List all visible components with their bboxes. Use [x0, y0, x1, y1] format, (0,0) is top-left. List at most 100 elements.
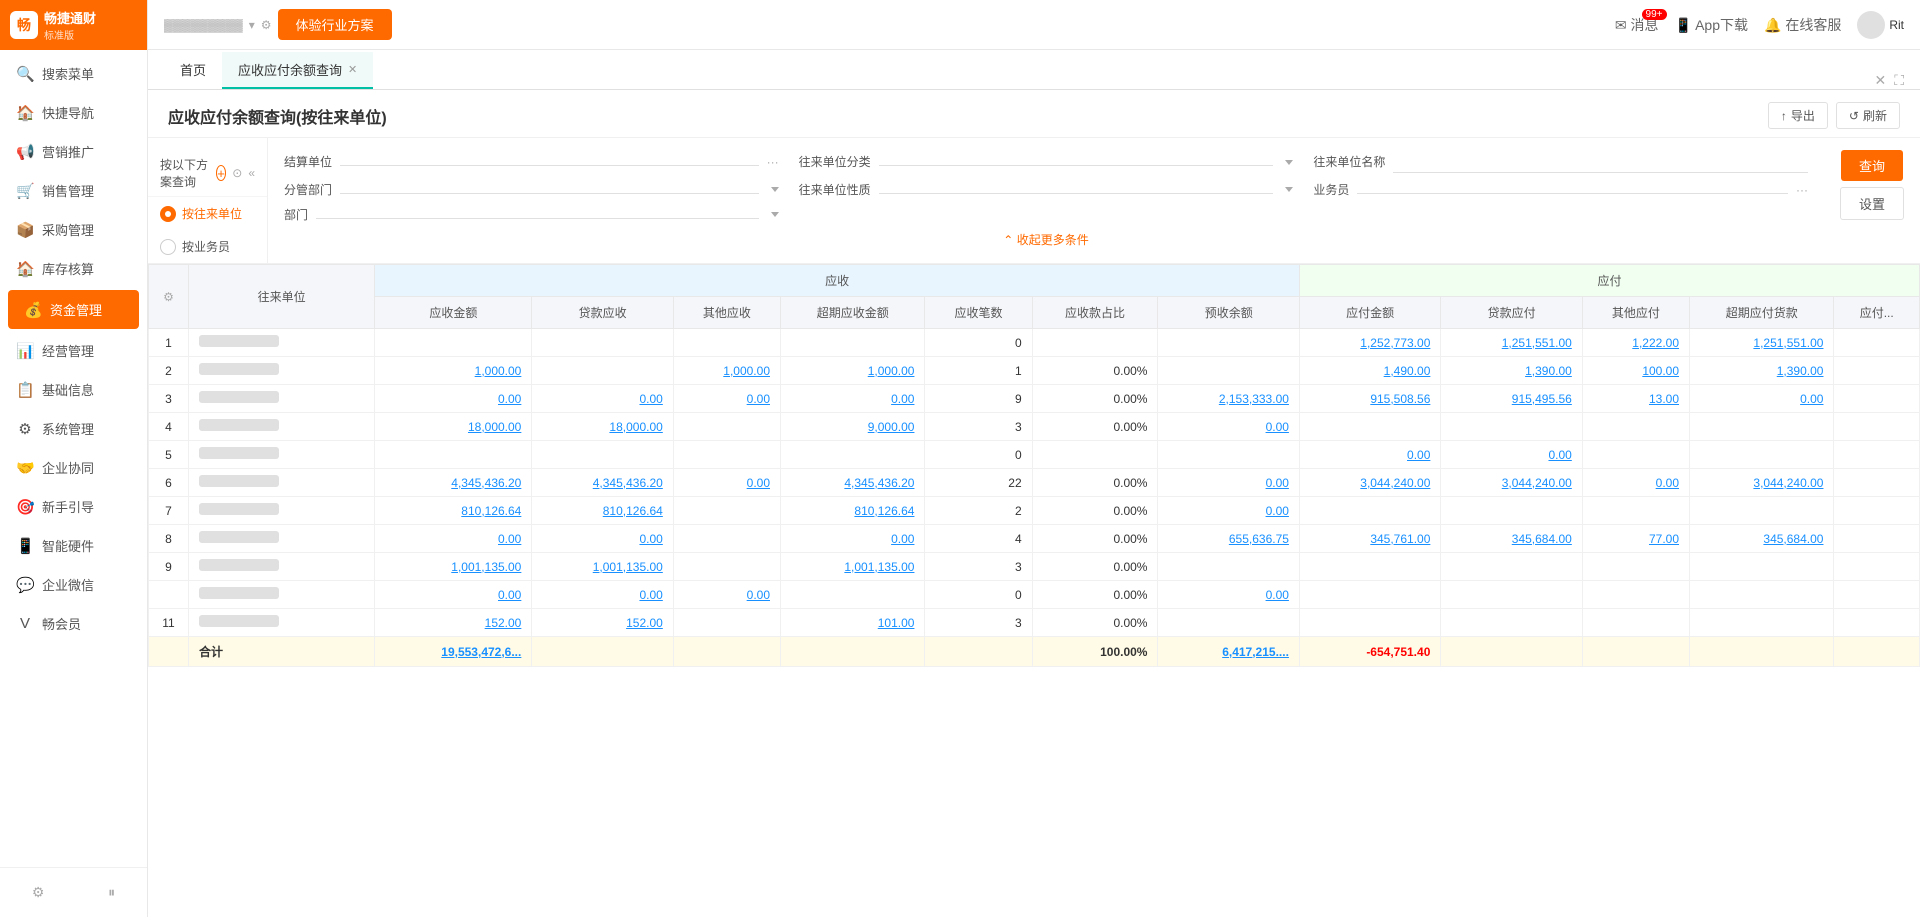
nature-arrow	[1285, 187, 1293, 192]
home-icon: 🏠	[16, 104, 34, 122]
table-row: 0.000.000.0000.00%0.00	[149, 581, 1920, 609]
tab-home[interactable]: 首页	[164, 52, 222, 89]
sidebar-item-inventory[interactable]: 🏠 库存核算	[0, 249, 147, 288]
prepaid-header: 预收余额	[1158, 297, 1299, 329]
table-row: 500.000.00	[149, 441, 1920, 469]
sidebar-item-purchase[interactable]: 📦 采购管理	[0, 210, 147, 249]
loan-recv-header: 贷款应收	[532, 297, 673, 329]
sidebar-item-collab[interactable]: 🤝 企业协同	[0, 448, 147, 487]
table-settings-icon[interactable]: ⚙	[163, 290, 174, 304]
table-row: 7810,126.64810,126.64810,126.6420.00%0.0…	[149, 497, 1920, 525]
system-icon: ⚙	[16, 420, 34, 438]
total-row: 合计 19,553,472,6... 100.00% 6,417,215....…	[149, 637, 1920, 667]
other-recv-header: 其他应收	[673, 297, 780, 329]
nav-item-by-salesperson[interactable]: 按业务员	[148, 230, 267, 263]
gear-header-icon[interactable]: ⚙	[261, 18, 272, 32]
sidebar-item-marketing[interactable]: 📢 营销推广	[0, 132, 147, 171]
subdept-arrow	[771, 212, 779, 217]
filter-category: 往来单位分类	[799, 150, 1294, 173]
filter-dept: 分管部门	[284, 181, 779, 198]
pay-more-header: 应付...	[1834, 297, 1920, 329]
recv-count-header: 应收笔数	[925, 297, 1032, 329]
user-menu[interactable]: Rit	[1857, 11, 1904, 39]
query-btns-area: 查询 设置	[1824, 138, 1920, 263]
inventory-icon: 🏠	[16, 260, 34, 278]
top-header: ▓▓▓▓▓▓▓▓▓ ▾ ⚙ 体验行业方案 ✉ 消息 99+ 📱 App下载 🔔 …	[148, 0, 1920, 50]
filter-left-nav: 按以下方案查询 + ⊙ « 按往来单位	[148, 138, 268, 263]
filter-jiesuan: 结算单位 ···	[284, 150, 779, 173]
data-table: ⚙ 往来单位 应收 应付 应收金额 贷款应收 其他应收 超期应收金额	[148, 264, 1920, 667]
recv-amount-header: 应收金额	[375, 297, 532, 329]
query-btn[interactable]: 查询	[1841, 150, 1903, 181]
tab-close-btn[interactable]: ✕	[348, 63, 357, 76]
salesperson-dots[interactable]: ···	[1796, 183, 1808, 197]
solution-btn[interactable]: 体验行业方案	[278, 9, 392, 40]
partner-col-header: 往来单位	[189, 265, 375, 329]
table-container[interactable]: ⚙ 往来单位 应收 应付 应收金额 贷款应收 其他应收 超期应收金额	[148, 264, 1920, 667]
sidebar: 畅 畅捷通财 标准版 🔍 搜索菜单 🏠 快捷导航 📢 营销推广 🛒 销售管理	[0, 0, 148, 917]
dept-arrow	[771, 187, 779, 192]
tab-receivable[interactable]: 应收应付余额查询 ✕	[222, 52, 373, 89]
message-icon: ✉	[1615, 17, 1627, 33]
table-row: 80.000.000.0040.00%655,636.75345,761.003…	[149, 525, 1920, 553]
filter-row-2: 分管部门 往来单位性质 业务员	[284, 181, 1808, 198]
overdue-pay-header: 超期应付货款	[1690, 297, 1834, 329]
category-arrow	[1281, 155, 1293, 169]
sidebar-item-sales[interactable]: 🛒 销售管理	[0, 171, 147, 210]
pay-amount-header: 应付金额	[1299, 297, 1440, 329]
sidebar-item-quicknav[interactable]: 🏠 快捷导航	[0, 93, 147, 132]
jiesuan-dots[interactable]: ···	[767, 155, 779, 169]
filter-partner-name: 往来单位名称	[1313, 150, 1808, 173]
sidebar-item-hardware[interactable]: 📱 智能硬件	[0, 526, 147, 565]
sidebar-item-system[interactable]: ⚙ 系统管理	[0, 409, 147, 448]
refresh-icon: ↺	[1849, 109, 1859, 123]
collapse-more-btn[interactable]: ⌃ 收起更多条件	[284, 223, 1808, 248]
table-row: 30.000.000.000.0090.00%2,153,333.00915,5…	[149, 385, 1920, 413]
collapse-sidebar-btn[interactable]: ⏸	[102, 878, 121, 907]
sidebar-item-wechat[interactable]: 💬 企业微信	[0, 565, 147, 604]
export-btn[interactable]: ↑ 导出	[1768, 102, 1828, 129]
logo-icon: 畅	[10, 11, 38, 39]
overdue-recv-header: 超期应收金额	[781, 297, 925, 329]
table-row: 91,001,135.001,001,135.001,001,135.0030.…	[149, 553, 1920, 581]
filter-fields: 结算单位 ··· 往来单位分类 往来单位名称	[268, 138, 1824, 263]
tab-bar: 首页 应收应付余额查询 ✕ ✕ ⛶	[148, 50, 1920, 90]
page-wrapper: 应收应付余额查询(按往来单位) ↑ 导出 ↺ 刷新	[148, 90, 1920, 917]
sidebar-item-operations[interactable]: 📊 经营管理	[0, 331, 147, 370]
app-download-btn[interactable]: 📱 App下载	[1675, 15, 1748, 35]
sidebar-item-search[interactable]: 🔍 搜索菜单	[0, 54, 147, 93]
header-actions: ✉ 消息 99+ 📱 App下载 🔔 在线客服 Rit	[1615, 11, 1904, 39]
sidebar-item-finance[interactable]: 💰 资金管理	[8, 290, 139, 329]
sidebar-nav: 🔍 搜索菜单 🏠 快捷导航 📢 营销推广 🛒 销售管理 📦 采购管理 🏠	[0, 50, 147, 867]
filter-row-1: 结算单位 ··· 往来单位分类 往来单位名称	[284, 150, 1808, 173]
page-title: 应收应付余额查询(按往来单位)	[168, 104, 387, 128]
table-row: 101,252,773.001,251,551.001,222.001,251,…	[149, 329, 1920, 357]
settings-col-header: ⚙	[149, 265, 189, 329]
sidebar-item-basic[interactable]: 📋 基础信息	[0, 370, 147, 409]
message-btn[interactable]: ✉ 消息 99+	[1615, 15, 1659, 35]
partner-name-input[interactable]	[1393, 150, 1808, 173]
service-icon: 🔔	[1764, 17, 1781, 33]
table-row: 64,345,436.204,345,436.200.004,345,436.2…	[149, 469, 1920, 497]
maximize-window-btn[interactable]: ⛶	[1894, 72, 1904, 89]
refresh-btn[interactable]: ↺ 刷新	[1836, 102, 1900, 129]
scheme-settings-icon[interactable]: ⊙	[232, 166, 242, 180]
settings-btn[interactable]: 设置	[1840, 187, 1904, 220]
avatar	[1857, 11, 1885, 39]
nav-item-by-partner[interactable]: 按往来单位	[148, 197, 267, 230]
table-row: 21,000.001,000.001,000.0010.00%1,490.001…	[149, 357, 1920, 385]
collab-icon: 🤝	[16, 459, 34, 477]
recv-ratio-header: 应收款占比	[1032, 297, 1158, 329]
basic-icon: 📋	[16, 381, 34, 399]
scheme-more-icon[interactable]: «	[248, 166, 255, 180]
other-pay-header: 其他应付	[1582, 297, 1689, 329]
filter-section: 按以下方案查询 + ⊙ « 按往来单位	[148, 138, 1920, 264]
close-window-btn[interactable]: ✕	[1874, 72, 1886, 89]
main-area: ▓▓▓▓▓▓▓▓▓ ▾ ⚙ 体验行业方案 ✉ 消息 99+ 📱 App下载 🔔 …	[148, 0, 1920, 917]
sidebar-item-guide[interactable]: 🎯 新手引导	[0, 487, 147, 526]
hardware-icon: 📱	[16, 537, 34, 555]
online-service-btn[interactable]: 🔔 在线客服	[1764, 15, 1841, 35]
sidebar-item-member[interactable]: V 畅会员	[0, 604, 147, 643]
settings-footer-btn[interactable]: ⚙	[26, 878, 51, 907]
add-scheme-btn[interactable]: +	[216, 165, 226, 181]
